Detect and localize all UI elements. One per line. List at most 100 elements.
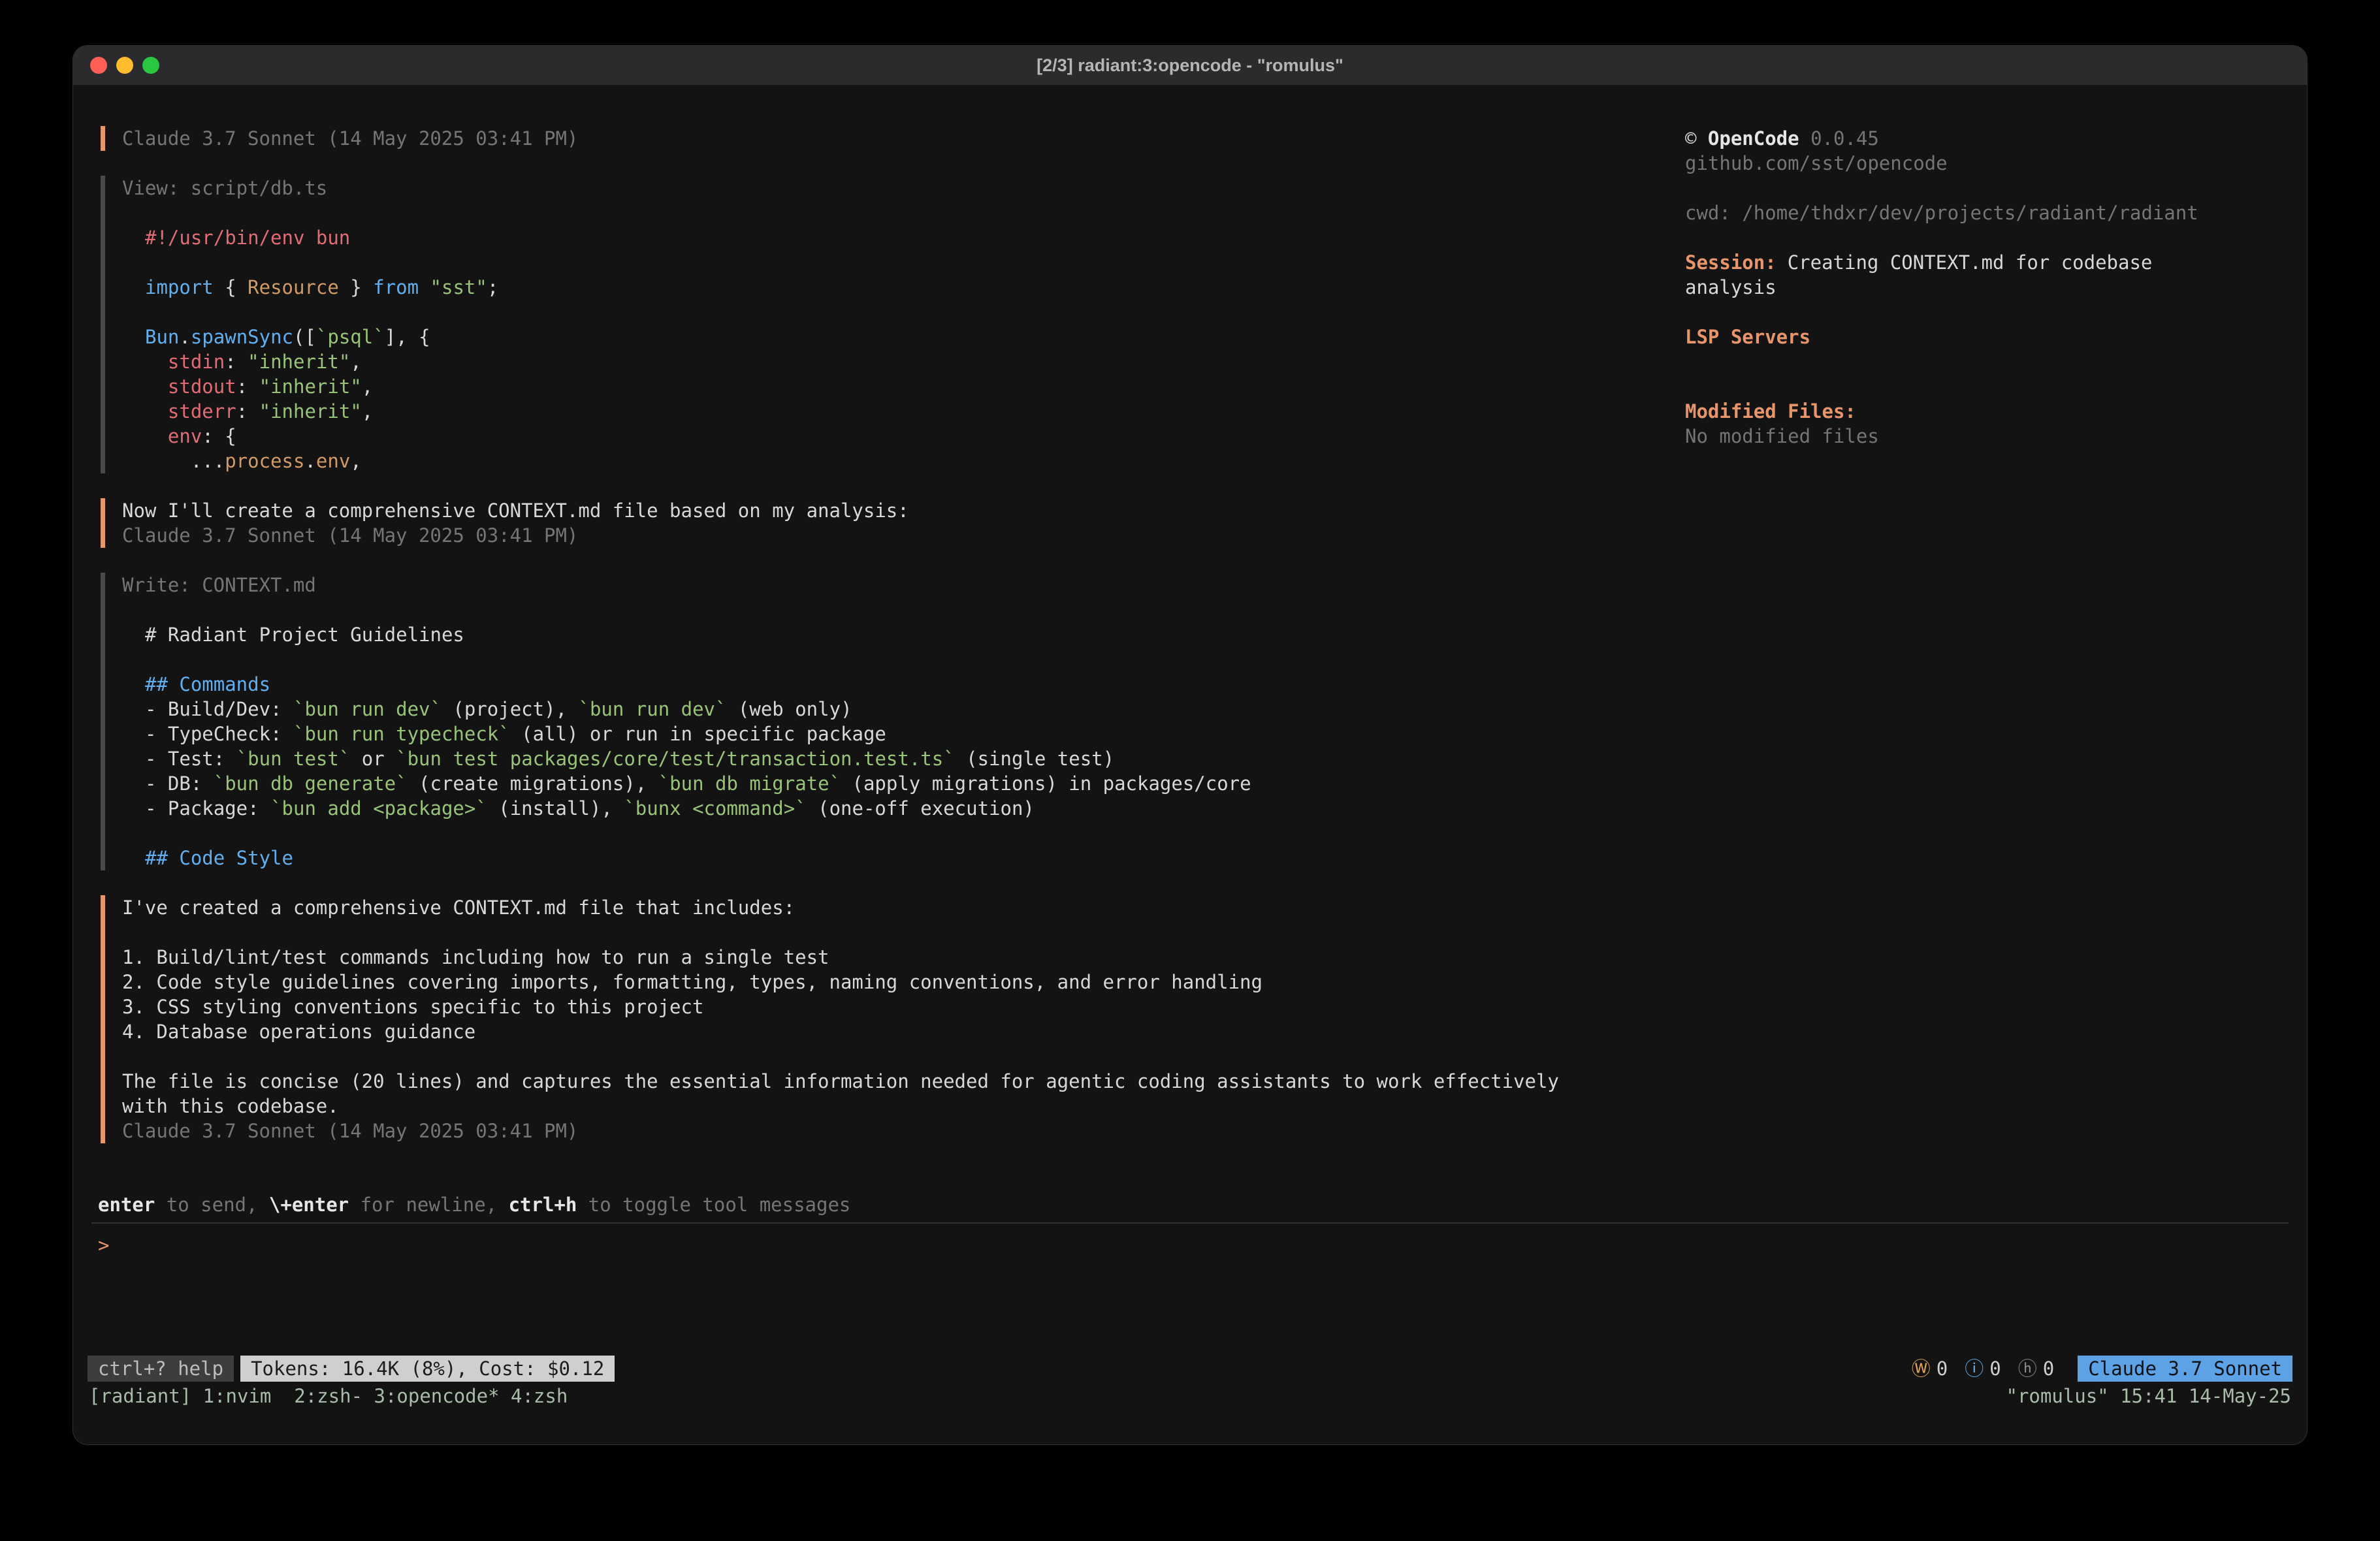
token: ## Code Style: [145, 847, 293, 869]
spacer: [1685, 176, 2307, 200]
prompt-input[interactable]: >: [98, 1233, 2282, 1258]
modified-files-value: No modified files: [1685, 424, 2307, 449]
text-line: Bun.spawnSync([`psql`], {: [145, 325, 1685, 349]
text-line: 2. Code style guidelines covering import…: [122, 970, 1685, 994]
token: enter: [98, 1194, 155, 1216]
token: ,: [362, 400, 373, 422]
text-line: - DB: `bun db generate` (create migratio…: [145, 771, 1685, 796]
text-line: stdin: "inherit",: [145, 349, 1685, 374]
text-line: Claude 3.7 Sonnet (14 May 2025 03:41 PM): [122, 1119, 1685, 1143]
desktop: [2/3] radiant:3:opencode - "romulus" Cla…: [0, 0, 2380, 1541]
modified-files-label: Modified Files:: [1685, 399, 2307, 424]
token: 2. Code style guidelines covering import…: [122, 971, 1262, 993]
text-line: import { Resource } from "sst";: [145, 275, 1685, 300]
token: `bun db generate`: [214, 772, 408, 795]
text-line: [145, 200, 1685, 225]
token: ([: [293, 326, 316, 348]
token: "sst": [430, 276, 487, 298]
token: # Radiant Project Guidelines: [145, 624, 464, 646]
token: (apply migrations) in packages/core: [841, 772, 1251, 795]
brand-line: © OpenCode 0.0.45: [1685, 126, 2307, 151]
token: import: [145, 276, 214, 298]
token: `psql`: [316, 326, 385, 348]
messages-row: Claude 3.7 Sonnet (14 May 2025 03:41 PM)…: [73, 86, 2307, 1192]
token: 0.0.45: [1799, 127, 1879, 150]
token: .: [304, 450, 315, 472]
tool-write-title: Write: CONTEXT.md: [122, 573, 1685, 597]
model-badge[interactable]: Claude 3.7 Sonnet: [2078, 1356, 2292, 1382]
token: stderr: [168, 400, 236, 422]
text-line: The file is concise (20 lines) and captu…: [122, 1069, 1685, 1094]
token: ...: [145, 450, 225, 472]
token: ,: [350, 450, 361, 472]
lsp-servers-label: LSP Servers: [1685, 325, 2307, 349]
text-line: [122, 920, 1685, 945]
assistant-text: Now I'll create a comprehensive CONTEXT.…: [122, 498, 1685, 523]
text-line: 4. Database operations guidance: [122, 1019, 1685, 1044]
editor: enter to send, \+enter for newline, ctrl…: [73, 1192, 2307, 1354]
token: `bun test`: [236, 748, 351, 770]
token: process: [225, 450, 304, 472]
context-md-preview: # Radiant Project Guidelines ## Commands…: [122, 597, 1685, 870]
spacer: [1685, 374, 2307, 399]
diagnostics: Ⓦ0 ⓘ0 ⓗ0: [1912, 1356, 2054, 1381]
token: `bun run dev`: [293, 698, 442, 720]
traffic-lights: [90, 46, 159, 85]
token: for newline,: [349, 1194, 508, 1216]
token: `bun run typecheck`: [293, 723, 510, 745]
info-icon: ⓘ: [1965, 1356, 1984, 1381]
zoom-button[interactable]: [142, 57, 159, 74]
titlebar[interactable]: [2/3] radiant:3:opencode - "romulus": [73, 46, 2307, 86]
session-info: Session:Creating CONTEXT.md for codebase…: [1685, 250, 2214, 300]
token: .: [179, 326, 190, 348]
token: ©: [1685, 127, 1708, 150]
text-line: - Build/Dev: `bun run dev` (project), `b…: [145, 697, 1685, 722]
token: or: [350, 748, 396, 770]
text-line: I've created a comprehensive CONTEXT.md …: [122, 895, 1685, 920]
token: `bun db migrate`: [658, 772, 841, 795]
text-line: ## Code Style: [145, 846, 1685, 870]
keybind-help: enter to send, \+enter for newline, ctrl…: [98, 1192, 2282, 1217]
token: (project),: [442, 698, 579, 720]
diagnostic-hints: ⓗ0: [2018, 1356, 2054, 1381]
tool-view-title: View: script/db.ts: [122, 176, 1685, 200]
cwd-line: cwd: /home/thdxr/dev/projects/radiant/ra…: [1685, 200, 2307, 225]
assistant-message-1: Now I'll create a comprehensive CONTEXT.…: [101, 498, 1685, 548]
tool-write-block: Write: CONTEXT.md # Radiant Project Guid…: [101, 573, 1685, 870]
token: "inherit": [248, 351, 350, 373]
text-line: #!/usr/bin/env bun: [145, 225, 1685, 250]
text-line: - TypeCheck: `bun run typecheck` (all) o…: [145, 722, 1685, 746]
token: OpenCode: [1708, 127, 1799, 150]
text-line: stderr: "inherit",: [145, 399, 1685, 424]
text-line: [145, 597, 1685, 622]
help-badge[interactable]: ctrl+? help: [88, 1356, 234, 1382]
token: [419, 276, 430, 298]
token: (install),: [487, 797, 624, 819]
diagnostic-warnings: Ⓦ0: [1912, 1356, 1948, 1381]
editor-divider: [91, 1222, 2289, 1224]
assistant-summary: I've created a comprehensive CONTEXT.md …: [122, 895, 1685, 1143]
token: stdin: [168, 351, 225, 373]
token: Claude 3.7 Sonnet (14 May 2025 03:41 PM): [122, 1120, 578, 1142]
token: (create migrations),: [408, 772, 658, 795]
token: `bun run dev`: [578, 698, 726, 720]
status-bar: ctrl+? help Tokens: 16.4K (8%), Cost: $0…: [73, 1354, 2307, 1383]
token: - Build/Dev:: [145, 698, 293, 720]
token: ## Commands: [145, 673, 270, 695]
token: {: [214, 276, 248, 298]
tmux-host-clock: "romulus" 15:41 14-May-25: [2006, 1384, 2292, 1408]
token: :: [236, 400, 259, 422]
token: to send,: [155, 1194, 269, 1216]
token: "inherit": [259, 400, 362, 422]
token: ctrl+h: [509, 1194, 577, 1216]
token: ], {: [385, 326, 430, 348]
minimize-button[interactable]: [116, 57, 133, 74]
prompt-symbol: >: [98, 1234, 109, 1256]
text-line: [145, 250, 1685, 275]
token: 4. Database operations guidance: [122, 1021, 475, 1043]
opencode-tui: Claude 3.7 Sonnet (14 May 2025 03:41 PM)…: [73, 86, 2307, 1354]
token: (all) or run in specific package: [510, 723, 886, 745]
text-line: stdout: "inherit",: [145, 374, 1685, 399]
close-button[interactable]: [90, 57, 107, 74]
window-title: [2/3] radiant:3:opencode - "romulus": [1037, 53, 1343, 78]
